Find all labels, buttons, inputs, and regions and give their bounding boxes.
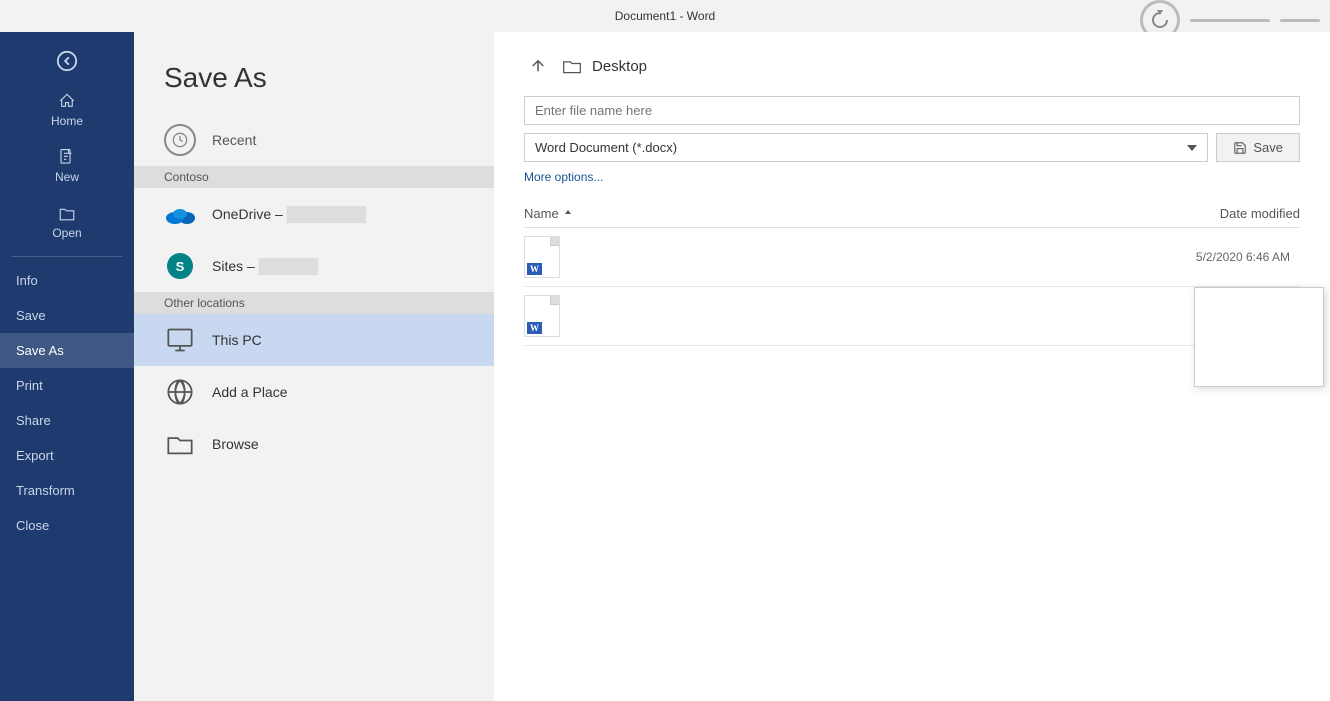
sidebar-item-share[interactable]: Share bbox=[0, 403, 134, 438]
recent-icon bbox=[164, 124, 196, 156]
date-column-label: Date modified bbox=[1220, 206, 1300, 221]
location-onedrive[interactable]: OneDrive – ████████ bbox=[134, 188, 494, 240]
info-label: Info bbox=[16, 273, 38, 288]
new-label: New bbox=[55, 170, 79, 184]
recent-label: Recent bbox=[212, 132, 256, 148]
main-content: Home New Open Info Save Save As bbox=[0, 32, 1330, 701]
sites-name: Sites – ██████ bbox=[212, 258, 318, 274]
monitor-icon bbox=[166, 326, 194, 354]
table-row[interactable]: W 5/2/2020 6:41 AM bbox=[524, 287, 1300, 346]
browse-icon bbox=[164, 428, 196, 460]
open-icon bbox=[58, 204, 76, 222]
home-label: Home bbox=[51, 114, 83, 128]
decorative-line-2 bbox=[1280, 19, 1320, 22]
add-place-name: Add a Place bbox=[212, 384, 288, 400]
sharepoint-icon: S bbox=[164, 250, 196, 282]
svg-text:S: S bbox=[176, 259, 185, 274]
home-icon bbox=[58, 92, 76, 110]
page-title: Save As bbox=[134, 62, 494, 114]
location-add-place[interactable]: Add a Place bbox=[134, 366, 494, 418]
onedrive-logo bbox=[165, 204, 195, 224]
new-icon bbox=[58, 148, 76, 166]
sidebar-item-transform[interactable]: Transform bbox=[0, 473, 134, 508]
save-label: Save bbox=[16, 308, 46, 323]
folder-breadcrumb-icon bbox=[562, 57, 582, 75]
globe-icon bbox=[164, 376, 196, 408]
sidebar-item-open[interactable]: Open bbox=[0, 194, 134, 250]
save-as-label: Save As bbox=[16, 343, 64, 358]
export-label: Export bbox=[16, 448, 54, 463]
browse-name: Browse bbox=[212, 436, 259, 452]
location-sites[interactable]: S Sites – ██████ bbox=[134, 240, 494, 292]
pc-icon bbox=[164, 324, 196, 356]
breadcrumb-folder-icon bbox=[562, 57, 582, 75]
files-header-name: Name bbox=[524, 206, 573, 221]
onedrive-name: OneDrive – ████████ bbox=[212, 206, 366, 222]
globe-svg bbox=[166, 378, 194, 406]
folder-icon bbox=[166, 432, 194, 456]
decorative-line bbox=[1190, 19, 1270, 22]
close-label: Close bbox=[16, 518, 49, 533]
back-arrow-icon bbox=[56, 50, 78, 72]
table-row[interactable]: W 5/2/2020 6:46 AM bbox=[524, 228, 1300, 287]
back-button[interactable] bbox=[0, 40, 134, 82]
divider-1 bbox=[12, 256, 122, 257]
middle-panel: Save As Recent Contoso bbox=[134, 32, 494, 701]
breadcrumb-row: Desktop bbox=[524, 52, 1300, 80]
file-row-left-1: W bbox=[524, 236, 570, 278]
sort-icon bbox=[563, 209, 573, 219]
title-bar: Document1 - Word bbox=[0, 0, 1330, 32]
open-label: Open bbox=[52, 226, 81, 240]
section-label-contoso: Contoso bbox=[134, 166, 494, 188]
file-row-left-2: W bbox=[524, 295, 570, 337]
right-panel: Desktop Word Document (*.docx) Word Macr… bbox=[494, 32, 1330, 701]
files-table: Name Date modified W 5/2/2020 6:46 AM bbox=[524, 200, 1300, 681]
location-browse[interactable]: Browse bbox=[134, 418, 494, 470]
sharepoint-logo: S bbox=[165, 251, 195, 281]
sidebar-item-home[interactable]: Home bbox=[0, 82, 134, 138]
name-column-label: Name bbox=[524, 206, 559, 221]
sidebar-item-close[interactable]: Close bbox=[0, 508, 134, 543]
document-title: Document1 - Word bbox=[615, 9, 715, 23]
more-options-link[interactable]: More options... bbox=[524, 170, 1300, 184]
section-label-other: Other locations bbox=[134, 292, 494, 314]
sidebar-item-export[interactable]: Export bbox=[0, 438, 134, 473]
breadcrumb-text: Desktop bbox=[592, 58, 647, 75]
sidebar-item-info[interactable]: Info bbox=[0, 263, 134, 298]
location-section: Recent Contoso OneDrive – ████████ bbox=[134, 114, 494, 470]
files-header: Name Date modified bbox=[524, 200, 1300, 228]
filetype-row: Word Document (*.docx) Word Macro-Enable… bbox=[524, 133, 1300, 162]
filetype-select[interactable]: Word Document (*.docx) Word Macro-Enable… bbox=[524, 133, 1208, 162]
sites-text: Sites – ██████ bbox=[212, 258, 318, 274]
location-recent[interactable]: Recent bbox=[134, 114, 494, 166]
up-arrow-icon bbox=[529, 57, 547, 75]
sidebar-item-new[interactable]: New bbox=[0, 138, 134, 194]
save-icon bbox=[1233, 141, 1247, 155]
save-button[interactable]: Save bbox=[1216, 133, 1300, 162]
file-date-1: 5/2/2020 6:46 AM bbox=[1196, 250, 1290, 264]
file-preview-overlay bbox=[1194, 287, 1324, 387]
onedrive-icon bbox=[164, 198, 196, 230]
navigate-up-button[interactable] bbox=[524, 52, 552, 80]
sidebar-item-save[interactable]: Save bbox=[0, 298, 134, 333]
sidebar: Home New Open Info Save Save As bbox=[0, 32, 134, 701]
filename-input[interactable] bbox=[524, 96, 1300, 125]
clock-icon bbox=[172, 132, 188, 148]
word-badge-1: W bbox=[527, 263, 542, 275]
this-pc-name: This PC bbox=[212, 332, 262, 348]
word-file-icon-1: W bbox=[524, 236, 560, 278]
onedrive-text: OneDrive – ████████ bbox=[212, 206, 366, 222]
undo-icon bbox=[1150, 10, 1170, 30]
share-label: Share bbox=[16, 413, 51, 428]
transform-label: Transform bbox=[16, 483, 75, 498]
print-label: Print bbox=[16, 378, 43, 393]
location-this-pc[interactable]: This PC bbox=[134, 314, 494, 366]
word-badge-2: W bbox=[527, 322, 542, 334]
sidebar-item-save-as[interactable]: Save As bbox=[0, 333, 134, 368]
word-file-icon-2: W bbox=[524, 295, 560, 337]
save-button-label: Save bbox=[1253, 140, 1283, 155]
sidebar-item-print[interactable]: Print bbox=[0, 368, 134, 403]
